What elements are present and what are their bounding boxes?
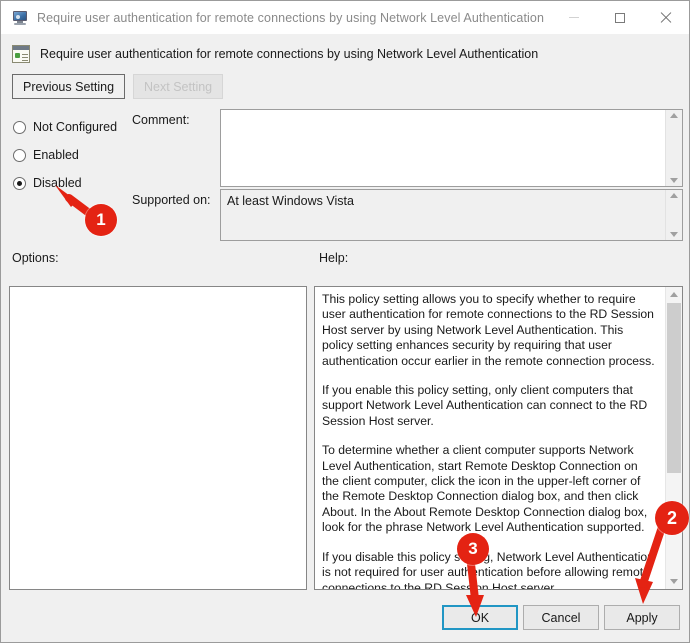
maximize-icon xyxy=(615,12,625,23)
scroll-up-icon[interactable] xyxy=(670,113,678,118)
help-scrollbar-thumb[interactable] xyxy=(667,303,681,473)
comment-textbox[interactable] xyxy=(220,109,683,187)
supported-on-scrollbar[interactable] xyxy=(665,190,682,240)
scroll-down-icon[interactable] xyxy=(670,232,678,237)
help-paragraph: If you disable this policy setting, Netw… xyxy=(322,549,654,589)
radio-not-configured-icon xyxy=(13,120,26,134)
radio-enabled[interactable]: Enabled xyxy=(13,141,117,169)
next-setting-button: Next Setting xyxy=(133,74,224,99)
supported-on-label: Supported on: xyxy=(132,193,211,207)
options-label: Options: xyxy=(12,251,59,265)
setting-title: Require user authentication for remote c… xyxy=(40,47,539,61)
minimize-icon xyxy=(569,17,579,18)
help-text: This policy setting allows you to specif… xyxy=(315,287,665,589)
maximize-button[interactable] xyxy=(597,1,643,34)
scroll-down-icon[interactable] xyxy=(670,579,678,584)
help-panel: This policy setting allows you to specif… xyxy=(314,286,683,590)
scroll-up-icon[interactable] xyxy=(670,193,678,198)
setting-navigation: Previous Setting Next Setting xyxy=(12,74,224,99)
comment-value[interactable] xyxy=(221,110,665,186)
policy-setting-icon xyxy=(12,45,30,63)
help-paragraph: This policy setting allows you to specif… xyxy=(322,292,655,368)
title-bar[interactable]: Require user authentication for remote c… xyxy=(1,1,689,34)
help-scrollbar[interactable] xyxy=(665,287,682,589)
setting-header: Require user authentication for remote c… xyxy=(1,41,689,67)
apply-button[interactable]: Apply xyxy=(604,605,680,630)
supported-on-textbox: At least Windows Vista xyxy=(220,189,683,241)
dialog-footer: OK Cancel Apply xyxy=(1,593,689,642)
radio-disabled-icon xyxy=(13,176,26,190)
cancel-button[interactable]: Cancel xyxy=(523,605,599,630)
annotation-badge-2: 2 xyxy=(655,501,689,535)
help-label: Help: xyxy=(319,251,349,265)
window-controls xyxy=(551,1,689,34)
window-title: Require user authentication for remote c… xyxy=(37,10,545,25)
ok-button[interactable]: OK xyxy=(442,605,518,630)
previous-setting-button[interactable]: Previous Setting xyxy=(12,74,126,99)
minimize-button[interactable] xyxy=(551,1,597,34)
comment-scrollbar[interactable] xyxy=(665,110,682,186)
help-paragraph: To determine whether a client computer s… xyxy=(322,443,648,535)
radio-enabled-label: Enabled xyxy=(33,148,79,162)
close-icon xyxy=(660,12,672,24)
scroll-down-icon[interactable] xyxy=(670,178,678,183)
radio-enabled-icon xyxy=(13,148,26,162)
comment-label: Comment: xyxy=(132,113,190,127)
remote-desktop-monitor-icon xyxy=(12,10,28,26)
options-panel[interactable] xyxy=(9,286,307,590)
radio-not-configured-label: Not Configured xyxy=(33,120,118,134)
annotation-badge-3: 3 xyxy=(457,533,489,565)
close-button[interactable] xyxy=(643,1,689,34)
supported-on-value: At least Windows Vista xyxy=(227,194,354,208)
scroll-up-icon[interactable] xyxy=(670,292,678,297)
radio-disabled[interactable]: Disabled xyxy=(13,169,117,197)
policy-state-radio-group: Not Configured Enabled Disabled xyxy=(13,113,117,197)
annotation-badge-1: 1 xyxy=(85,204,117,236)
radio-disabled-label: Disabled xyxy=(33,176,82,190)
help-paragraph: If you enable this policy setting, only … xyxy=(322,383,648,428)
group-policy-setting-dialog: Require user authentication for remote c… xyxy=(0,0,690,643)
radio-not-configured[interactable]: Not Configured xyxy=(13,113,117,141)
